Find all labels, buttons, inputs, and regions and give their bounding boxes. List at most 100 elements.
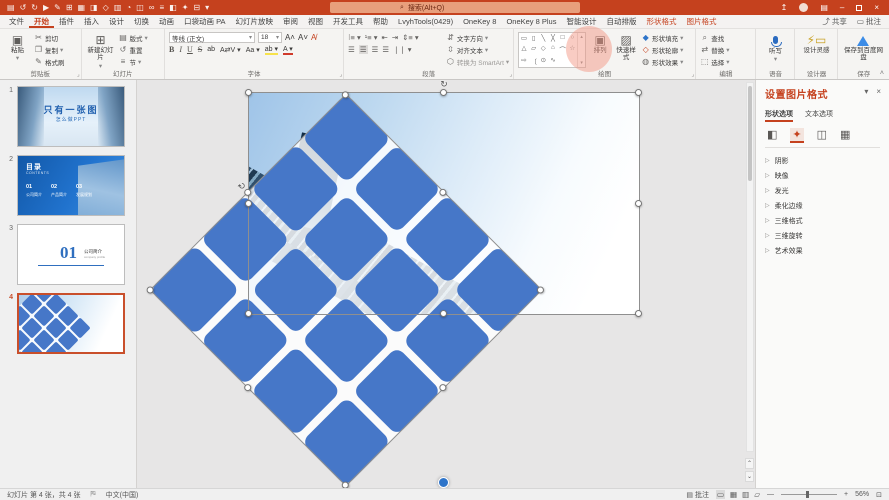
- numbering-button[interactable]: ¹≡ ▾: [365, 33, 378, 42]
- quick-styles-button[interactable]: ▨ 快速样式: [614, 32, 638, 62]
- search-input[interactable]: ⌕ 搜索(Alt+Q): [330, 2, 580, 13]
- restore-button[interactable]: [856, 4, 863, 11]
- pane-close-button[interactable]: ×: [876, 87, 881, 96]
- reset-button[interactable]: ↺ 重置: [119, 44, 148, 55]
- donut-icon[interactable]: ⊙: [541, 56, 546, 66]
- shape-fill-button[interactable]: ◆ 形状填充 ▾: [641, 32, 684, 43]
- oval-icon[interactable]: ○: [570, 34, 574, 42]
- pane-section-阴影[interactable]: ▷ 阴影: [765, 153, 880, 168]
- comments-status-button[interactable]: ▤ 批注: [686, 490, 709, 500]
- change-case-button[interactable]: Aa ▾: [246, 46, 260, 54]
- line-spacing-button[interactable]: ⇕≡ ▾: [402, 33, 419, 42]
- convert-smartart-button[interactable]: ⬡ 转换为 SmartArt ▾: [446, 56, 509, 67]
- shape-icon[interactable]: ◇: [103, 3, 109, 12]
- tab-形状格式[interactable]: 形状格式: [641, 15, 681, 28]
- tab-文件[interactable]: 文件: [4, 15, 29, 28]
- more-commands-icon[interactable]: ▾: [205, 3, 209, 12]
- next-slide-button[interactable]: ⌄: [745, 471, 754, 482]
- increase-font-size-button[interactable]: A˄: [285, 33, 295, 42]
- align-center-button[interactable]: ☰: [358, 45, 368, 54]
- triangle-icon[interactable]: △: [521, 44, 526, 54]
- updates-icon[interactable]: ↥: [781, 3, 788, 12]
- tab-幻灯片放映[interactable]: 幻灯片放映: [231, 15, 279, 28]
- slideshow-button[interactable]: ▱: [754, 490, 760, 499]
- slide-3-preview[interactable]: 01 公司简介 company profile: [17, 224, 125, 285]
- zoom-percentage[interactable]: 56%: [855, 491, 869, 498]
- minimize-button[interactable]: –: [840, 3, 844, 12]
- pane-section-三维旋转[interactable]: ▷ 三维旋转: [765, 228, 880, 243]
- clipboard-dialog-launcher[interactable]: ⌟: [77, 71, 80, 78]
- reading-view-button[interactable]: ▥: [742, 490, 749, 499]
- ribbon-display-options-icon[interactable]: ▤: [820, 3, 828, 12]
- cut-button[interactable]: ✂ 剪切: [34, 32, 65, 43]
- find-button[interactable]: ⌕ 查找: [700, 32, 729, 43]
- select-button[interactable]: ⬚ 选择 ▾: [700, 56, 730, 67]
- size-properties-icon[interactable]: ◫: [817, 128, 827, 141]
- tab-切换[interactable]: 切换: [129, 15, 154, 28]
- justify-button[interactable]: ☰: [382, 45, 389, 54]
- parallelogram-icon[interactable]: ▱: [531, 44, 536, 54]
- link-icon[interactable]: ∞: [149, 3, 155, 12]
- line-icon[interactable]: ╲: [541, 34, 545, 42]
- previous-slide-button[interactable]: ⌃: [745, 458, 754, 469]
- picture-icon[interactable]: ▦: [840, 128, 850, 141]
- font-name-combobox[interactable]: 等线 (正文) ▾: [168, 32, 255, 43]
- tab-自动排版[interactable]: 自动排版: [601, 15, 641, 28]
- pane-section-三维格式[interactable]: ▷ 三维格式: [765, 213, 880, 228]
- shapes-gallery[interactable]: ▴ ▾ ▭ ▯ ╲ ╳ □ ○ △ ▱ ◇ ⌂ ⌒ ☆ ⇨ 〔 ⊙ ∿: [518, 32, 587, 68]
- dictate-button[interactable]: 听写 ▾: [760, 32, 790, 64]
- tab-LvyhTools(0429)[interactable]: LvyhTools(0429): [393, 15, 458, 28]
- bracket-icon[interactable]: 〔: [530, 56, 537, 66]
- text-shadow-button[interactable]: ab: [207, 46, 215, 53]
- square-icon[interactable]: □: [561, 34, 565, 42]
- pane-section-艺术效果[interactable]: ▷ 艺术效果: [765, 243, 880, 258]
- tab-插件[interactable]: 插件: [54, 15, 79, 28]
- format-painter-button[interactable]: ✎ 格式刷: [34, 56, 64, 67]
- align-left-button[interactable]: ☰: [348, 45, 355, 54]
- zoom-slider-thumb[interactable]: [806, 491, 810, 498]
- collapse-ribbon-button[interactable]: ˄: [880, 70, 884, 77]
- paste-button[interactable]: ▣ 粘贴 ▾: [4, 32, 31, 63]
- tab-设计[interactable]: 设计: [104, 15, 129, 28]
- share-button[interactable]: ⤴ 共享: [822, 16, 847, 27]
- bullets-button[interactable]: ⁝≡ ▾: [348, 33, 361, 42]
- right-arrow-icon[interactable]: ⇨: [521, 56, 526, 66]
- star-icon[interactable]: ☆: [569, 44, 575, 54]
- clear-formatting-button[interactable]: A̸: [311, 33, 316, 42]
- align-text-button[interactable]: ⇳ 对齐文本 ▾: [446, 44, 509, 55]
- pane-section-发光[interactable]: ▷ 发光: [765, 183, 880, 198]
- save-to-netdisk-button[interactable]: 保存到百度网盘: [842, 32, 884, 62]
- tab-动画[interactable]: 动画: [154, 15, 179, 28]
- effects-icon[interactable]: ✦: [790, 128, 804, 141]
- thumbnail-slide-3[interactable]: 3 01 公司简介 company profile: [4, 224, 136, 285]
- decrease-font-size-button[interactable]: A˅: [298, 33, 308, 42]
- close-button[interactable]: ×: [874, 3, 879, 12]
- fit-to-window-button[interactable]: ⊡: [876, 491, 882, 499]
- merge-shapes-icon[interactable]: ◧: [169, 3, 177, 12]
- format-painter-icon[interactable]: ✎: [54, 3, 61, 12]
- layout-button[interactable]: ▤ 版式 ▾: [119, 32, 148, 43]
- thumbnail-slide-1[interactable]: 1 只有一张图 怎么做PPT: [4, 86, 136, 147]
- thumbnail-slide-4[interactable]: 4: [4, 293, 136, 354]
- shape-outline-button[interactable]: ◇ 形状轮廓 ▾: [641, 44, 684, 55]
- tab-图片格式[interactable]: 图片格式: [681, 15, 721, 28]
- strikethrough-button[interactable]: S: [198, 45, 202, 54]
- new-slide-button[interactable]: ⊞ 新建幻灯片 ▾: [86, 32, 116, 70]
- design-ideas-button[interactable]: ⚡▭ 设计灵感: [799, 32, 833, 54]
- chart-icon[interactable]: ◔: [126, 3, 131, 12]
- slide-4-preview[interactable]: [17, 293, 125, 354]
- tab-视图[interactable]: 视图: [303, 15, 328, 28]
- copy-button[interactable]: ❐ 复制 ▾: [34, 44, 65, 55]
- zoom-out-button[interactable]: —: [767, 491, 774, 498]
- increase-indent-button[interactable]: ⇥: [392, 33, 398, 42]
- table-icon[interactable]: ▥: [114, 3, 122, 12]
- tab-开发工具[interactable]: 开发工具: [328, 15, 368, 28]
- scrollbar-thumb[interactable]: [748, 86, 752, 181]
- textbox-icon[interactable]: ◨: [90, 3, 98, 12]
- cross-line-icon[interactable]: ╳: [551, 34, 555, 42]
- thumbnail-slide-2[interactable]: 2 目录 CONTENTS 01 公司简介 02 产品简介 03 发展规划: [4, 155, 136, 216]
- slide-2-preview[interactable]: 目录 CONTENTS 01 公司简介 02 产品简介 03 发展规划: [17, 155, 125, 216]
- picture-icon[interactable]: ▦: [78, 3, 86, 12]
- text-direction-button[interactable]: ⇵ 文字方向 ▾: [446, 32, 509, 43]
- tab-审阅[interactable]: 审阅: [278, 15, 303, 28]
